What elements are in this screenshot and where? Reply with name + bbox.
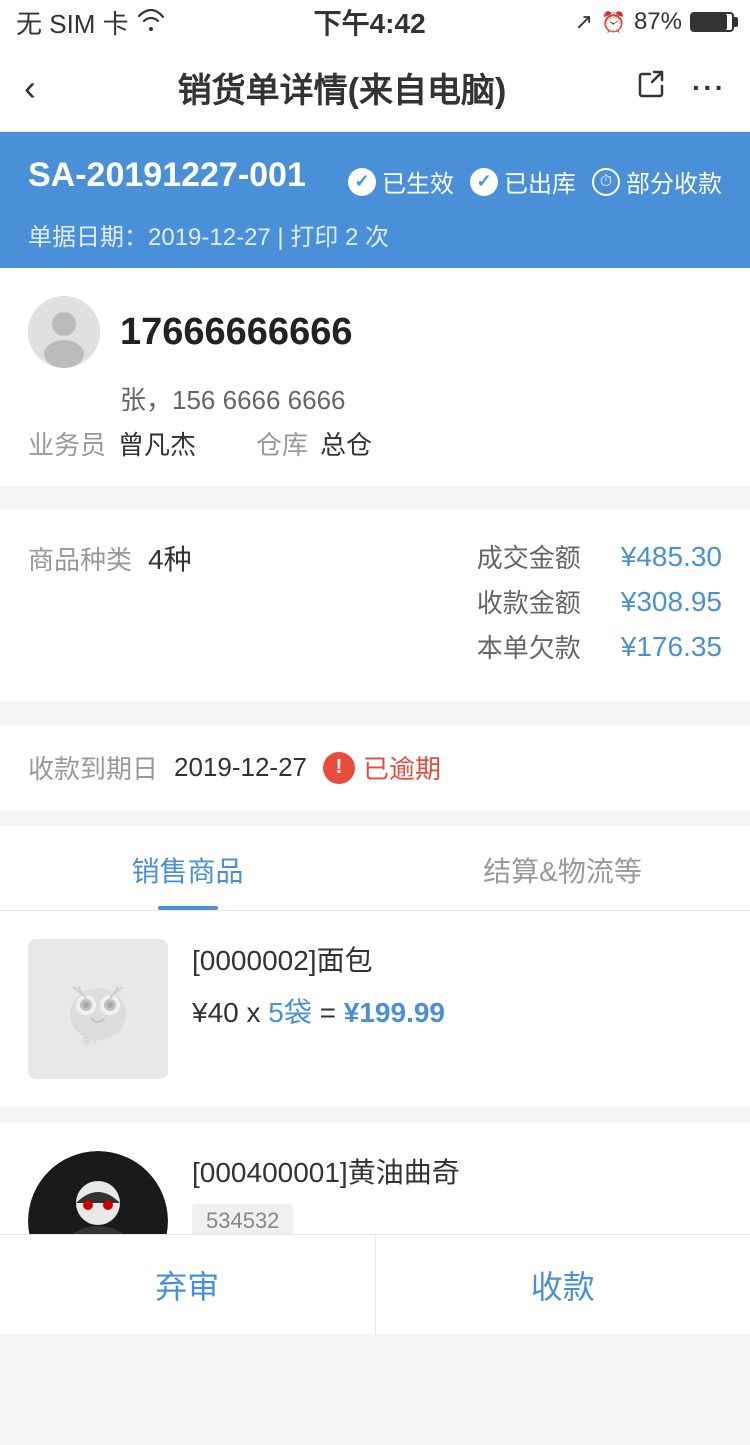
total-1: ¥199.99: [344, 997, 445, 1028]
stats-section: 商品种类 4种 成交金额 ¥485.30 收款金额 ¥308.95 本单欠款 ¥…: [0, 502, 750, 701]
product-info-1: [0000002]面包 ¥40 x 5袋 = ¥199.99: [192, 939, 722, 1031]
overdue-icon: !: [323, 752, 355, 784]
more-button[interactable]: ···: [692, 72, 726, 104]
status-left: 无 SIM 卡: [16, 4, 165, 41]
product-item: 象+ [0000002]面包 ¥40 x 5袋 = ¥199.99: [0, 911, 750, 1107]
deal-value: ¥485.30: [621, 541, 722, 573]
tabs-section: 销售商品 结算&物流等: [0, 826, 750, 911]
product-name-2: [000400001]黄油曲奇: [192, 1151, 722, 1191]
nav-actions: ···: [636, 68, 726, 108]
stats-right: 成交金额 ¥485.30 收款金额 ¥308.95 本单欠款 ¥176.35: [477, 538, 722, 673]
warehouse-label: 仓库: [256, 425, 308, 462]
avatar: [28, 296, 100, 368]
alarm-icon: ⏰: [601, 10, 626, 35]
tab-products[interactable]: 销售商品: [0, 826, 375, 910]
back-button[interactable]: ‹: [24, 59, 48, 117]
status-badges: ✓ 已生效 ✓ 已出库 ⏱ 部分收款: [348, 164, 722, 199]
deal-label: 成交金额: [477, 538, 581, 575]
battery-percent: 87%: [634, 8, 682, 36]
customer-name-detail: 张，156 6666 6666: [28, 380, 722, 417]
due-section: 收款到期日 2019-12-27 ! 已逾期: [0, 717, 750, 810]
due-date: 2019-12-27: [174, 752, 307, 783]
order-id: SA-20191227-001: [28, 156, 306, 195]
overdue-text: 已逾期: [363, 749, 441, 786]
stats-left: 商品种类 4种: [28, 538, 192, 578]
check-icon-2: ✓: [470, 168, 498, 196]
badge-shipped: ✓ 已出库: [470, 164, 576, 199]
price-1: ¥40: [192, 997, 239, 1028]
qty-1: 5袋: [268, 997, 312, 1028]
status-bar: 无 SIM 卡 下午4:42 ↗ ⏰ 87%: [0, 0, 750, 44]
product-price-1: ¥40 x 5袋 = ¥199.99: [192, 991, 722, 1031]
location-icon: ↗: [575, 9, 593, 35]
badge-partial: ⏱ 部分收款: [592, 164, 722, 199]
product-type-value: 4种: [148, 538, 192, 578]
check-icon-1: ✓: [348, 168, 376, 196]
product-name-1: [0000002]面包: [192, 939, 722, 979]
product-type-label: 商品种类: [28, 540, 132, 577]
staff-label: 业务员: [28, 425, 106, 462]
receipt-value: ¥308.95: [621, 586, 722, 618]
tabs-row: 销售商品 结算&物流等: [0, 826, 750, 911]
clock-icon: ⏱: [592, 168, 620, 196]
status-time: 下午4:42: [314, 2, 426, 42]
debt-label: 本单欠款: [477, 628, 581, 665]
customer-section: 17666666666 张，156 6666 6666 业务员 曾凡杰 仓库 总…: [0, 268, 750, 486]
confirm-button[interactable]: 收款: [376, 1235, 750, 1334]
svg-text:象+: 象+: [82, 1036, 98, 1048]
customer-phone: 17666666666: [120, 311, 352, 354]
debt-value: ¥176.35: [621, 631, 722, 663]
badge-active: ✓ 已生效: [348, 164, 454, 199]
staff-value: 曾凡杰: [118, 425, 196, 462]
overdue-badge: ! 已逾期: [323, 749, 441, 786]
nav-bar: ‹ 销货单详情(来自电脑) ···: [0, 44, 750, 132]
product-sku-2: 534532: [192, 1204, 293, 1238]
warehouse-row: 仓库 总仓: [256, 425, 372, 462]
bottom-bar: 弃审 收款: [0, 1234, 750, 1334]
warehouse-value: 总仓: [320, 425, 372, 462]
page-title: 销货单详情(来自电脑): [48, 63, 636, 112]
staff-row: 业务员 曾凡杰: [28, 425, 196, 462]
battery-icon: [690, 12, 734, 32]
cancel-button[interactable]: 弃审: [0, 1235, 375, 1334]
due-label: 收款到期日: [28, 749, 158, 786]
wifi-icon: [137, 7, 165, 38]
order-meta: 单据日期：2019-12-27 | 打印 2 次: [28, 217, 389, 252]
carrier-text: 无 SIM 卡: [16, 4, 129, 41]
tab-settlement[interactable]: 结算&物流等: [375, 826, 750, 910]
share-button[interactable]: [636, 68, 668, 108]
status-right: ↗ ⏰ 87%: [575, 8, 734, 36]
header-banner: SA-20191227-001 ✓ 已生效 ✓ 已出库 ⏱ 部分收款 单据日期：…: [0, 132, 750, 268]
receipt-label: 收款金额: [477, 583, 581, 620]
product-image-1: 象+: [28, 939, 168, 1079]
product-list: 象+ [0000002]面包 ¥40 x 5袋 = ¥199.99: [0, 911, 750, 1445]
